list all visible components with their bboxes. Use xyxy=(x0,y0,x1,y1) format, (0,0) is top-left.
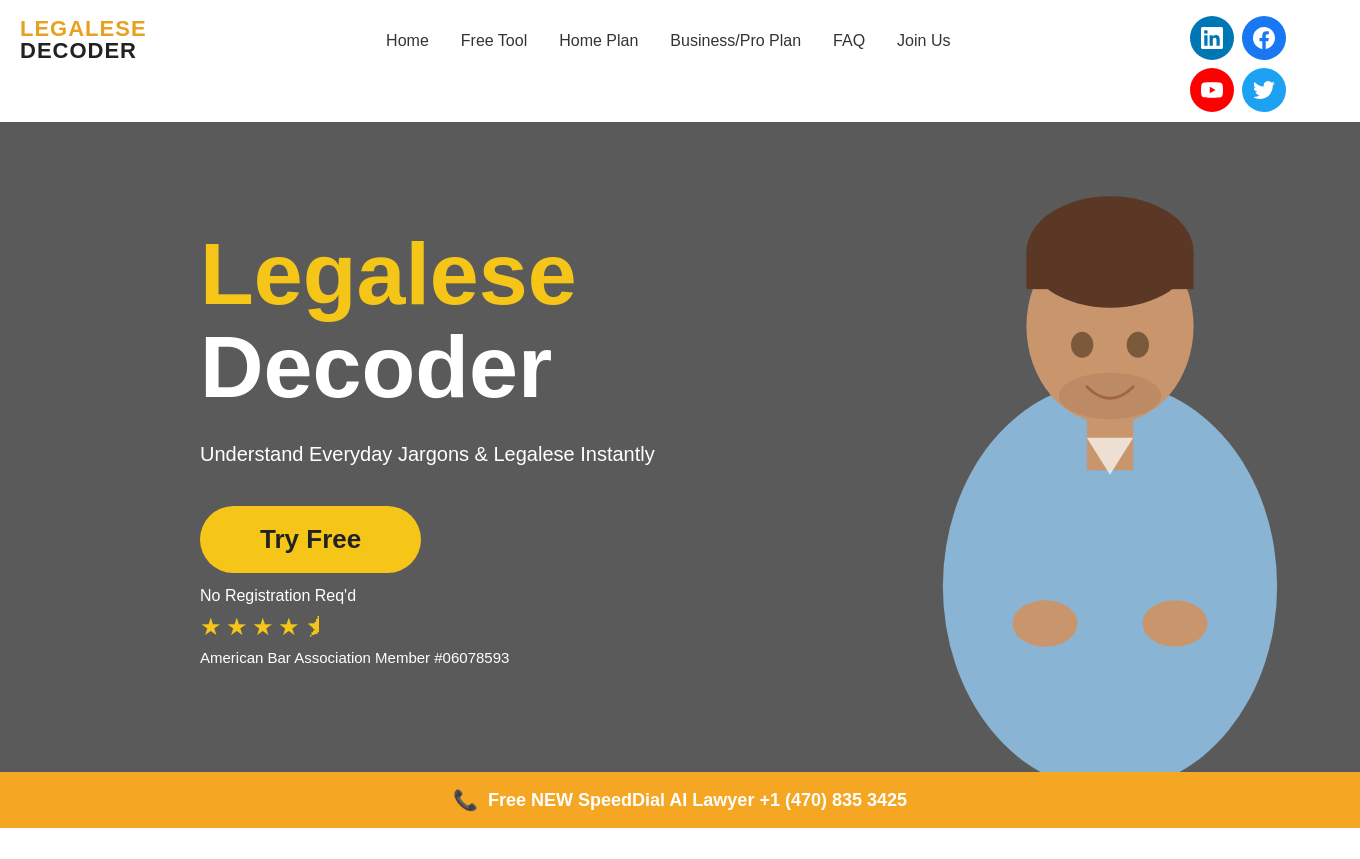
logo[interactable]: LEGALESE DECODER xyxy=(20,10,147,62)
star-1: ★ xyxy=(200,613,222,641)
star-2: ★ xyxy=(226,613,248,641)
aba-member-text: American Bar Association Member #0607859… xyxy=(200,649,655,666)
svg-point-11 xyxy=(1127,332,1149,358)
logo-top: LEGALESE xyxy=(20,18,147,40)
nav-business-pro-plan[interactable]: Business/Pro Plan xyxy=(670,32,801,50)
svg-point-9 xyxy=(1013,600,1078,646)
hero-section: Legalese Decoder Understand Everyday Jar… xyxy=(0,122,1360,772)
nav-join-us[interactable]: Join Us xyxy=(897,32,950,50)
linkedin-icon[interactable] xyxy=(1190,16,1234,60)
star-3: ★ xyxy=(252,613,274,641)
svg-rect-3 xyxy=(1026,252,1193,289)
hero-title-white: Decoder xyxy=(200,321,655,413)
svg-point-8 xyxy=(1143,600,1208,646)
bottom-bar-label: Free NEW SpeedDial AI Lawyer +1 (470) 83… xyxy=(488,790,907,811)
bottom-bar[interactable]: 📞 Free NEW SpeedDial AI Lawyer +1 (470) … xyxy=(0,772,1360,828)
star-5-half: ⯨ xyxy=(304,613,328,641)
nav-faq[interactable]: FAQ xyxy=(833,32,865,50)
nav-free-tool[interactable]: Free Tool xyxy=(461,32,527,50)
star-rating: ★ ★ ★ ★ ⯨ xyxy=(200,613,655,641)
youtube-icon[interactable] xyxy=(1190,68,1234,112)
hero-content: Legalese Decoder Understand Everyday Jar… xyxy=(0,168,655,726)
header: LEGALESE DECODER Home Free Tool Home Pla… xyxy=(0,0,1360,122)
hero-person-image xyxy=(860,122,1360,772)
phone-icon: 📞 xyxy=(453,788,478,812)
hero-subtitle: Understand Everyday Jargons & Legalese I… xyxy=(200,443,655,466)
logo-bottom: DECODER xyxy=(20,40,147,62)
hero-title-yellow: Legalese xyxy=(200,228,655,320)
svg-point-10 xyxy=(1071,332,1093,358)
try-free-button[interactable]: Try Free xyxy=(200,506,421,573)
facebook-icon[interactable] xyxy=(1242,16,1286,60)
star-4: ★ xyxy=(278,613,300,641)
nav-home-plan[interactable]: Home Plan xyxy=(559,32,638,50)
svg-point-12 xyxy=(1059,373,1161,419)
nav-home[interactable]: Home xyxy=(386,32,429,50)
main-nav: Home Free Tool Home Plan Business/Pro Pl… xyxy=(386,10,950,50)
twitter-icon[interactable] xyxy=(1242,68,1286,112)
social-icons-group xyxy=(1190,10,1330,112)
no-registration-text: No Registration Req'd xyxy=(200,587,655,605)
